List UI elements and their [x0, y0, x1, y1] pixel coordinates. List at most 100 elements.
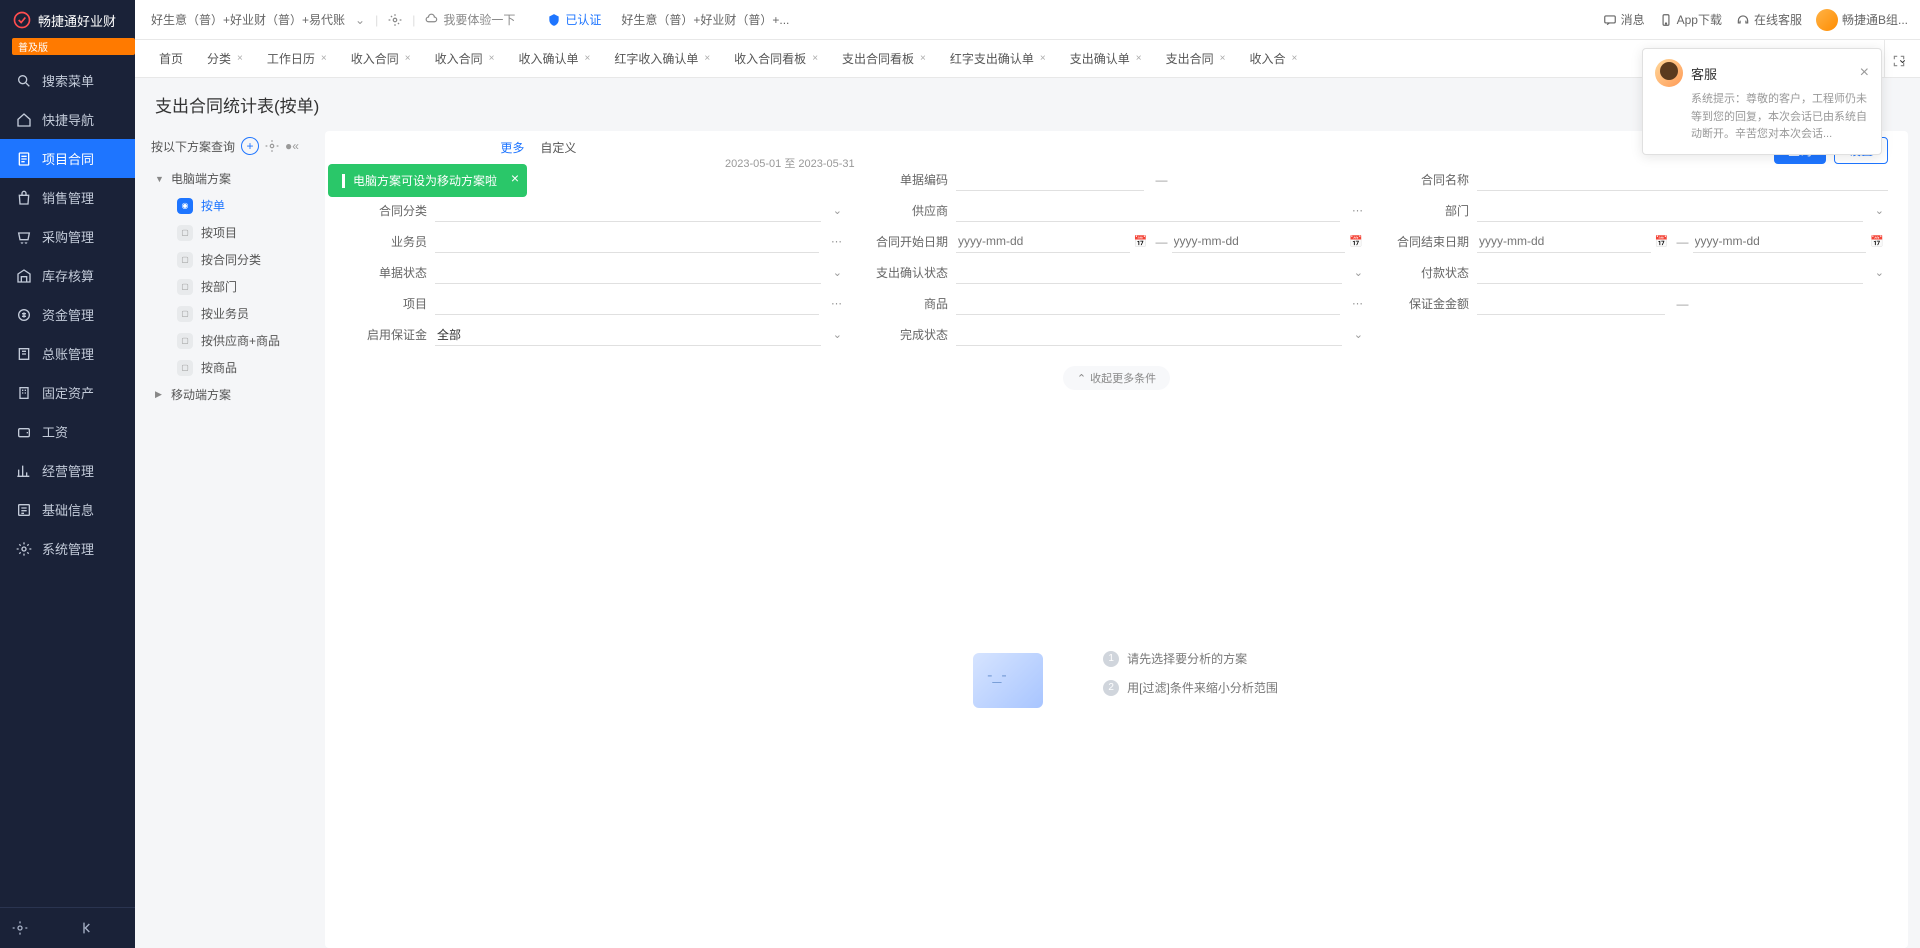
- tab-item[interactable]: 收入合同×: [339, 40, 423, 77]
- tree-item[interactable]: ▢按商品: [151, 354, 325, 381]
- app-download-button[interactable]: App下载: [1659, 11, 1722, 28]
- online-service-button[interactable]: 在线客服: [1736, 11, 1802, 28]
- close-icon[interactable]: ×: [584, 53, 590, 64]
- user-menu[interactable]: 畅捷通B组...: [1816, 9, 1908, 31]
- filter-input[interactable]: [435, 323, 821, 346]
- chevron-down-icon[interactable]: ⌄: [1350, 266, 1367, 279]
- calendar-icon[interactable]: 📅: [1866, 235, 1888, 248]
- filter-input[interactable]: [1477, 199, 1863, 222]
- menu-project-contract[interactable]: 项目合同: [0, 139, 135, 178]
- filter-input[interactable]: [956, 292, 1340, 315]
- close-icon[interactable]: ×: [1291, 53, 1297, 64]
- filter-input[interactable]: [956, 199, 1340, 222]
- menu-operation[interactable]: 经营管理: [0, 451, 135, 490]
- messages-button[interactable]: 消息: [1603, 11, 1645, 28]
- calendar-icon[interactable]: 📅: [1345, 235, 1367, 248]
- tab-item[interactable]: 红字收入确认单×: [602, 40, 722, 77]
- close-icon[interactable]: ×: [237, 53, 243, 64]
- chevron-down-icon[interactable]: ⌄: [829, 328, 846, 341]
- tab-item[interactable]: 分类×: [195, 40, 255, 77]
- custom-link[interactable]: 自定义: [540, 139, 576, 156]
- chevron-down-icon[interactable]: ⌄: [1350, 328, 1367, 341]
- calendar-icon[interactable]: 📅: [1651, 235, 1673, 248]
- tab-item[interactable]: 支出合同×: [1154, 40, 1238, 77]
- menu-salary[interactable]: 工资: [0, 412, 135, 451]
- ellipsis-icon[interactable]: ⋯: [1348, 204, 1367, 217]
- tree-item[interactable]: ▢按部门: [151, 273, 325, 300]
- collapse-sidebar-button[interactable]: [68, 908, 136, 948]
- tab-item[interactable]: 红字支出确认单×: [938, 40, 1058, 77]
- menu-quick-nav[interactable]: 快捷导航: [0, 100, 135, 139]
- tab-item[interactable]: 支出合同看板×: [830, 40, 938, 77]
- close-icon[interactable]: ×: [920, 53, 926, 64]
- chevron-down-icon[interactable]: ⌄: [829, 266, 846, 279]
- settings-button[interactable]: [0, 908, 68, 948]
- chevron-down-icon[interactable]: ⌄: [1871, 204, 1888, 217]
- product-line[interactable]: 好生意（普）+好业财（普）+易代账: [147, 11, 349, 28]
- close-icon[interactable]: ×: [704, 53, 710, 64]
- tree-group[interactable]: ▼电脑端方案: [151, 165, 325, 192]
- menu-basic-info[interactable]: 基础信息: [0, 490, 135, 529]
- close-icon[interactable]: ×: [1136, 53, 1142, 64]
- tree-group[interactable]: ▶移动端方案: [151, 381, 325, 408]
- chevron-down-icon[interactable]: ⌄: [355, 13, 365, 27]
- ellipsis-icon[interactable]: ⋯: [827, 297, 846, 310]
- date-input-to[interactable]: [1172, 230, 1346, 253]
- tab-item[interactable]: 收入确认单×: [506, 40, 602, 77]
- try-experience[interactable]: 我要体验一下: [425, 11, 515, 28]
- chevron-down-icon[interactable]: ⌄: [829, 204, 846, 217]
- menu-assets[interactable]: 固定资产: [0, 373, 135, 412]
- filter-input[interactable]: [435, 230, 819, 253]
- topbar-settings[interactable]: [388, 13, 402, 27]
- tab-item[interactable]: 收入合×: [1237, 40, 1309, 77]
- ellipsis-icon[interactable]: ⋯: [827, 235, 846, 248]
- chevron-down-icon[interactable]: ⌄: [1871, 266, 1888, 279]
- date-input-from[interactable]: [1477, 230, 1651, 253]
- tree-item[interactable]: ▢按供应商+商品: [151, 327, 325, 354]
- close-icon[interactable]: ×: [511, 170, 519, 186]
- menu-sales[interactable]: 销售管理: [0, 178, 135, 217]
- menu-search[interactable]: 搜索菜单: [0, 61, 135, 100]
- verified-badge[interactable]: 已认证: [547, 11, 601, 28]
- menu-system[interactable]: 系统管理: [0, 529, 135, 568]
- menu-inventory[interactable]: 库存核算: [0, 256, 135, 295]
- tree-item[interactable]: ▢按业务员: [151, 300, 325, 327]
- product-line-2[interactable]: 好生意（普）+好业财（普）+...: [617, 11, 793, 28]
- add-scheme-button[interactable]: +: [241, 137, 259, 155]
- tree-item[interactable]: ◉按单: [151, 192, 325, 219]
- menu-ledger[interactable]: 总账管理: [0, 334, 135, 373]
- filter-input[interactable]: [956, 168, 1144, 191]
- filter-input[interactable]: [956, 261, 1342, 284]
- filter-input[interactable]: [435, 261, 821, 284]
- menu-purchase[interactable]: 采购管理: [0, 217, 135, 256]
- tab-item[interactable]: 收入合同看板×: [722, 40, 830, 77]
- close-icon[interactable]: ×: [1220, 53, 1226, 64]
- close-icon[interactable]: ×: [1860, 64, 1869, 82]
- close-icon[interactable]: ×: [812, 53, 818, 64]
- tab-item[interactable]: 首页: [147, 40, 195, 77]
- collapse-filters-button[interactable]: ⌃ 收起更多条件: [1063, 366, 1170, 390]
- fullscreen-button[interactable]: [1886, 48, 1912, 74]
- close-icon[interactable]: ×: [405, 53, 411, 64]
- close-icon[interactable]: ×: [321, 53, 327, 64]
- filter-input[interactable]: [435, 199, 821, 222]
- close-icon[interactable]: ×: [489, 53, 495, 64]
- tab-item[interactable]: 收入合同×: [423, 40, 507, 77]
- close-icon[interactable]: ×: [1040, 53, 1046, 64]
- filter-input[interactable]: [435, 292, 819, 315]
- tree-item[interactable]: ▢按项目: [151, 219, 325, 246]
- more-link[interactable]: 更多: [500, 139, 524, 156]
- date-input-from[interactable]: [956, 230, 1130, 253]
- gear-icon[interactable]: [265, 139, 279, 153]
- filter-input[interactable]: [956, 323, 1342, 346]
- filter-input[interactable]: [1477, 168, 1888, 191]
- tree-item[interactable]: ▢按合同分类: [151, 246, 325, 273]
- menu-finance[interactable]: 资金管理: [0, 295, 135, 334]
- collapse-toggle[interactable]: ●«: [285, 139, 299, 153]
- filter-input[interactable]: [1477, 261, 1863, 284]
- ellipsis-icon[interactable]: ⋯: [1348, 297, 1367, 310]
- date-input-to[interactable]: [1693, 230, 1867, 253]
- filter-input[interactable]: [1477, 292, 1665, 315]
- calendar-icon[interactable]: 📅: [1130, 235, 1152, 248]
- tab-item[interactable]: 支出确认单×: [1058, 40, 1154, 77]
